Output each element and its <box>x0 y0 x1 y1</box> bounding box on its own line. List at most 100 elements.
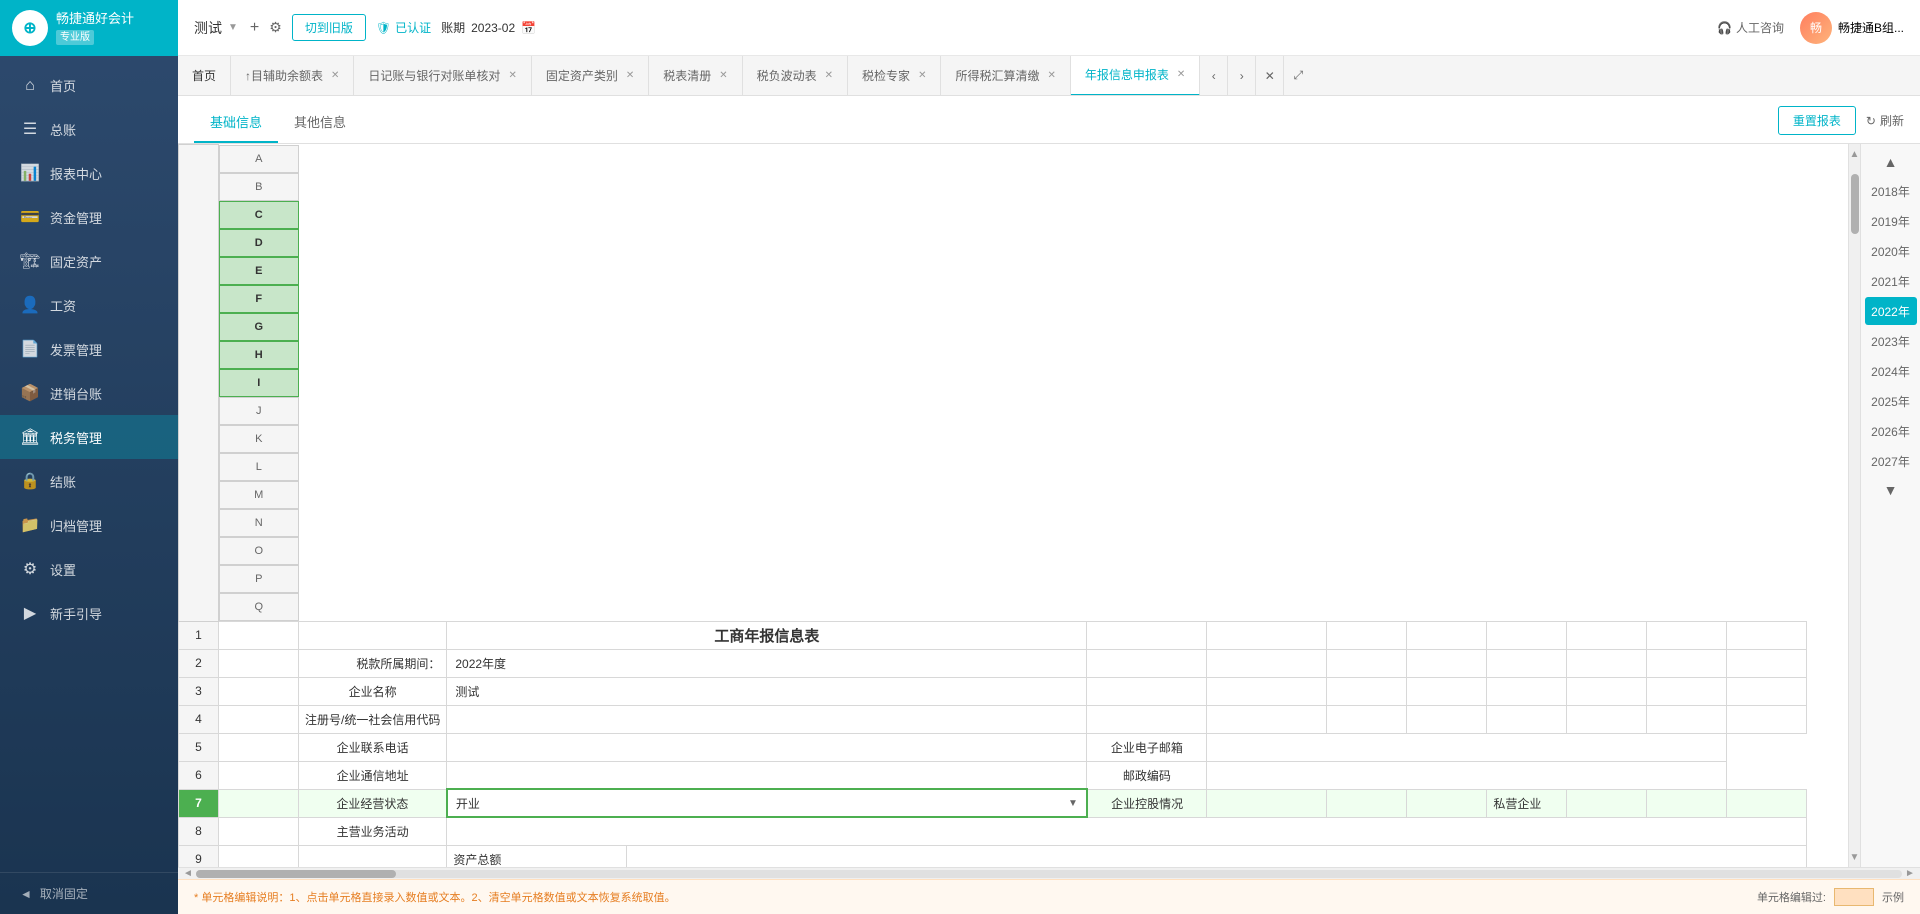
cell-1-p[interactable] <box>1647 621 1727 649</box>
cell-3-j[interactable] <box>1087 677 1207 705</box>
col-header-c[interactable]: C <box>219 201 299 229</box>
year-item-2026[interactable]: 2026年 <box>1865 417 1917 445</box>
cell-asset-label[interactable]: 企业资产状况信息(币种：人民币万元) <box>299 845 447 867</box>
cell-4-j[interactable] <box>1087 705 1207 733</box>
col-header-k[interactable]: K <box>219 425 299 453</box>
scroll-right-button[interactable]: ► <box>1902 868 1918 879</box>
cell-4-p[interactable] <box>1647 705 1727 733</box>
tab-next-button[interactable]: › <box>1228 56 1256 96</box>
reset-report-button[interactable]: 重置报表 <box>1778 106 1856 135</box>
cell-1-k[interactable] <box>1207 621 1327 649</box>
sidebar-item-settings[interactable]: ⚙ 设置 <box>0 547 178 591</box>
cell-3-p[interactable] <box>1647 677 1727 705</box>
tab-journal[interactable]: 日记账与银行对账单核对 ✕ <box>354 56 531 96</box>
cell-5-k[interactable] <box>1207 733 1727 761</box>
cell-6-k[interactable] <box>1207 761 1727 789</box>
support-button[interactable]: 🎧 人工咨询 <box>1717 19 1784 36</box>
cell-7-m[interactable] <box>1407 789 1487 817</box>
cell-7-p[interactable] <box>1647 789 1727 817</box>
cell-1-l[interactable] <box>1327 621 1407 649</box>
refresh-button[interactable]: ↻ 刷新 <box>1866 106 1904 135</box>
cell-3-m[interactable] <box>1407 677 1487 705</box>
cell-6-j[interactable]: 邮政编码 <box>1087 761 1207 789</box>
col-header-h[interactable]: H <box>219 341 299 369</box>
tab-journal-close[interactable]: ✕ <box>508 70 516 81</box>
year-item-2018[interactable]: 2018年 <box>1865 177 1917 205</box>
dropdown-arrow-icon[interactable]: ▼ <box>1068 798 1078 809</box>
cell-4-b[interactable]: 注册号/统一社会信用代码 <box>299 705 447 733</box>
cell-3-o[interactable] <box>1567 677 1647 705</box>
tab-tax-income[interactable]: 所得税汇算清缴 ✕ <box>941 56 1070 96</box>
cell-4-q[interactable] <box>1727 705 1807 733</box>
sidebar-item-archive[interactable]: 📁 归档管理 <box>0 503 178 547</box>
cell-4-a[interactable] <box>219 705 299 733</box>
horizontal-scrollbar[interactable]: ◄ ► <box>178 867 1920 879</box>
cell-6-b[interactable]: 企业通信地址 <box>299 761 447 789</box>
col-header-i[interactable]: I <box>219 369 299 397</box>
tab-tax-income-close[interactable]: ✕ <box>1047 70 1055 81</box>
tab-tax-form-close[interactable]: ✕ <box>719 70 727 81</box>
sidebar-item-ledger[interactable]: ☰ 总账 <box>0 107 178 151</box>
cell-2-m[interactable] <box>1407 649 1487 677</box>
col-header-o[interactable]: O <box>219 537 299 565</box>
year-item-2022[interactable]: 2022年 <box>1865 297 1917 325</box>
tab-expand-button[interactable]: ⤢ <box>1284 56 1312 96</box>
col-header-d[interactable]: D <box>219 229 299 257</box>
tab-aux-balance-close[interactable]: ✕ <box>331 70 339 81</box>
cell-1-o[interactable] <box>1567 621 1647 649</box>
sidebar-item-newbie[interactable]: ▶ 新手引导 <box>0 591 178 635</box>
cell-5-j[interactable]: 企业电子邮箱 <box>1087 733 1207 761</box>
sidebar-item-tax[interactable]: 🏛 税务管理 <box>0 415 178 459</box>
year-nav-down-button[interactable]: ▼ <box>1871 476 1911 504</box>
sidebar-item-assets[interactable]: 🏗 固定资产 <box>0 239 178 283</box>
col-header-a[interactable]: A <box>219 145 299 173</box>
tab-tax-wave-close[interactable]: ✕ <box>825 70 833 81</box>
col-header-b[interactable]: B <box>219 173 299 201</box>
cell-9-c[interactable]: 资产总额 <box>447 845 627 867</box>
scroll-thumb-v[interactable] <box>1851 174 1859 234</box>
cell-7-b[interactable]: 企业经营状态 <box>299 789 447 817</box>
cell-3-a[interactable] <box>219 677 299 705</box>
cell-2-l[interactable] <box>1327 649 1407 677</box>
add-tab-icon[interactable]: + <box>250 19 259 37</box>
cell-2-b[interactable]: 税款所属期间： <box>299 649 447 677</box>
year-item-2021[interactable]: 2021年 <box>1865 267 1917 295</box>
sidebar-item-invoice[interactable]: 📄 发票管理 <box>0 327 178 371</box>
cell-6-a[interactable] <box>219 761 299 789</box>
tab-tax-wave[interactable]: 税负波动表 ✕ <box>743 56 848 96</box>
year-item-2020[interactable]: 2020年 <box>1865 237 1917 265</box>
col-header-p[interactable]: P <box>219 565 299 593</box>
cell-2-n[interactable] <box>1487 649 1567 677</box>
cell-8-a[interactable] <box>219 817 299 845</box>
sub-tab-basic[interactable]: 基础信息 <box>194 106 278 143</box>
sidebar-item-payroll[interactable]: 👤 工资 <box>0 283 178 327</box>
tab-home[interactable]: 首页 <box>178 56 231 96</box>
cell-5-b[interactable]: 企业联系电话 <box>299 733 447 761</box>
cell-5-c[interactable] <box>447 733 1087 761</box>
sidebar-item-home[interactable]: ⌂ 首页 <box>0 64 178 107</box>
cell-9-a[interactable] <box>219 845 299 867</box>
scroll-thumb-h[interactable] <box>196 870 396 878</box>
col-header-l[interactable]: L <box>219 453 299 481</box>
settings-gear-icon[interactable]: ⚙ <box>269 19 282 36</box>
cell-4-n[interactable] <box>1487 705 1567 733</box>
cell-1-m[interactable] <box>1407 621 1487 649</box>
tab-tax-form[interactable]: 税表清册 ✕ <box>649 56 742 96</box>
spreadsheet-wrapper[interactable]: A B C D E F G H I J <box>178 144 1848 867</box>
tab-tax-check-close[interactable]: ✕ <box>918 70 926 81</box>
col-header-m[interactable]: M <box>219 481 299 509</box>
cell-title[interactable]: 工商年报信息表 <box>447 621 1087 649</box>
cell-3-c[interactable]: 测试 <box>447 677 1087 705</box>
sidebar-item-purchase[interactable]: 📦 进销台账 <box>0 371 178 415</box>
cell-3-b[interactable]: 企业名称 <box>299 677 447 705</box>
sidebar-item-reports[interactable]: 📊 报表中心 <box>0 151 178 195</box>
cell-1-q[interactable] <box>1727 621 1807 649</box>
year-item-2024[interactable]: 2024年 <box>1865 357 1917 385</box>
cell-3-l[interactable] <box>1327 677 1407 705</box>
cell-4-c[interactable] <box>447 705 1087 733</box>
cell-4-l[interactable] <box>1327 705 1407 733</box>
year-nav-up-button[interactable]: ▲ <box>1871 148 1911 176</box>
tab-fixed-assets-cat[interactable]: 固定资产类别 ✕ <box>532 56 649 96</box>
cell-4-o[interactable] <box>1567 705 1647 733</box>
col-header-n[interactable]: N <box>219 509 299 537</box>
